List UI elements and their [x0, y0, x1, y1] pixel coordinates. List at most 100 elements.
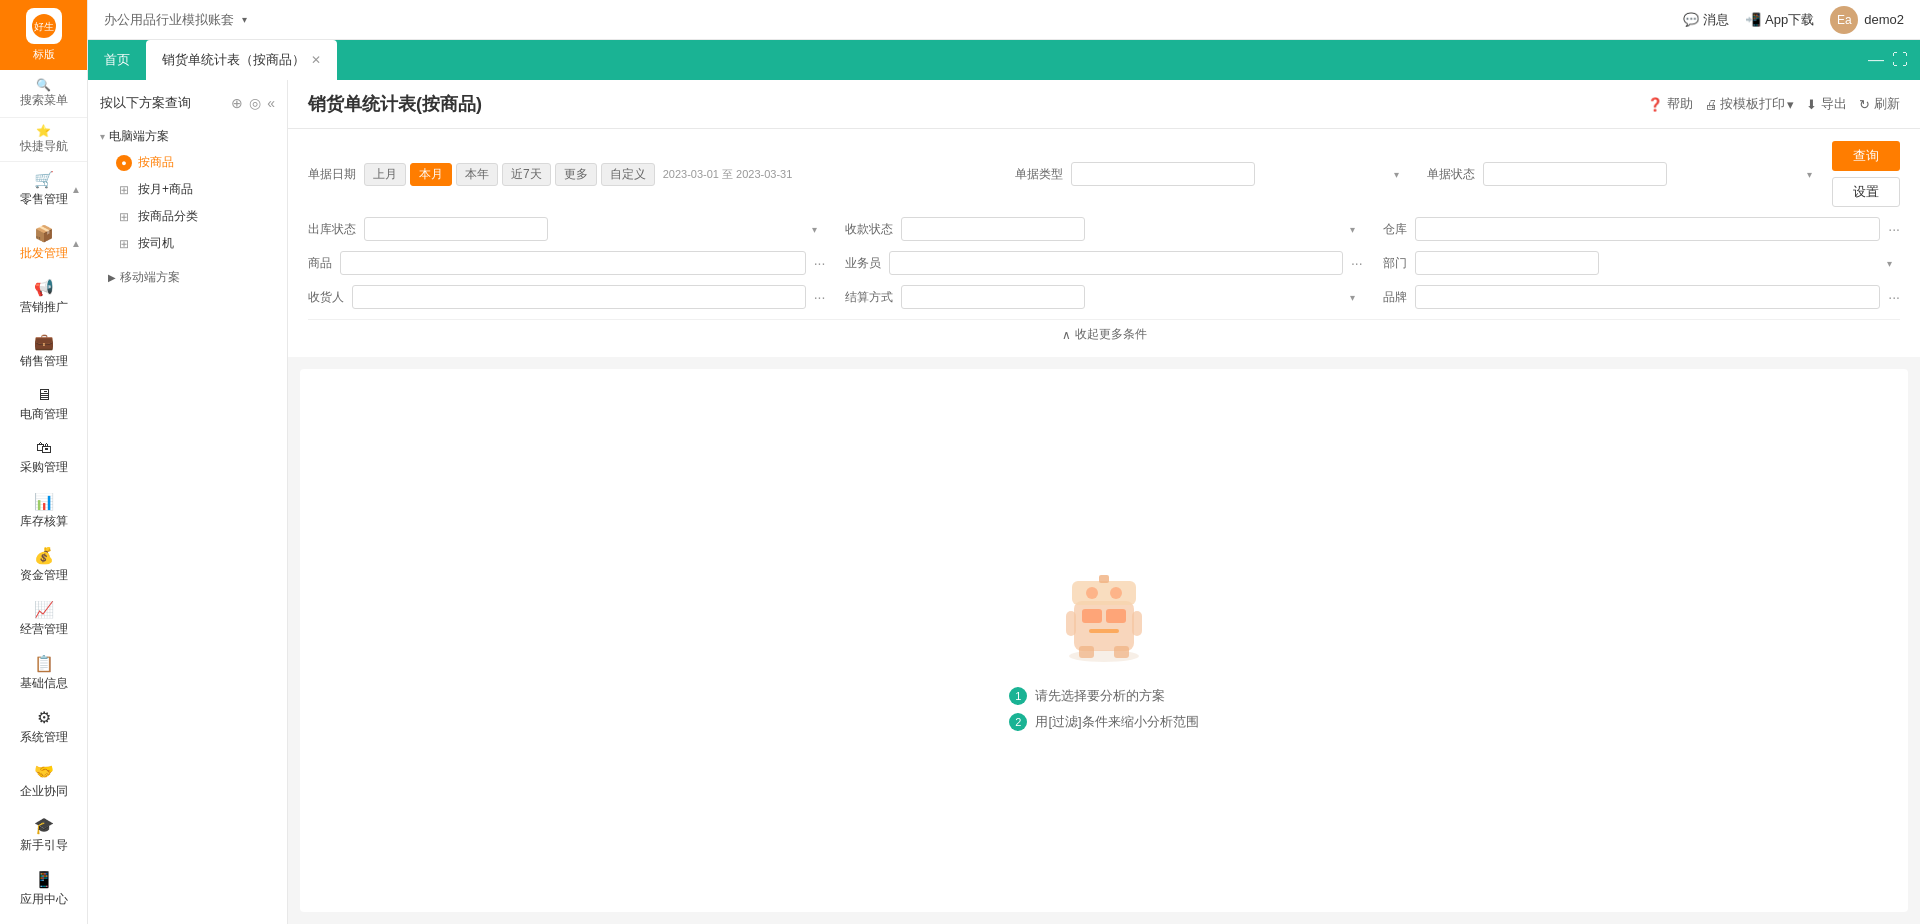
- receiver-label: 收货人: [308, 289, 344, 306]
- sidebar-item-apps[interactable]: 📱 应用中心: [0, 862, 87, 916]
- collapse-button[interactable]: ∧ 收起更多条件: [1062, 326, 1147, 343]
- product-more-icon[interactable]: ···: [814, 255, 826, 271]
- panel-collapse-icon[interactable]: «: [267, 95, 275, 111]
- print-button[interactable]: 🖨 按模板打印 ▾: [1705, 95, 1794, 113]
- user-info[interactable]: Ea demo2: [1830, 6, 1904, 34]
- panel-section-mobile-title[interactable]: ▶ 移动端方案: [88, 265, 287, 290]
- warehouse-input[interactable]: [1415, 217, 1881, 241]
- docstatus-input[interactable]: 已生效: [1483, 162, 1667, 186]
- breadcrumb-dropdown-icon[interactable]: ▾: [242, 14, 247, 25]
- payment-input[interactable]: [901, 217, 1085, 241]
- brand-input[interactable]: [1415, 285, 1881, 309]
- date-btn-more[interactable]: 更多: [555, 163, 597, 186]
- panel-section-pc: ▾ 电脑端方案 ● 按商品 ⊞ 按月+商品 ⊞ 按商品分类 ⊞ 按司机: [88, 120, 287, 261]
- receiver-more-icon[interactable]: ···: [814, 289, 826, 305]
- date-btn-custom[interactable]: 自定义: [601, 163, 655, 186]
- sidebar-item-sales[interactable]: 💼 销售管理: [0, 324, 87, 378]
- docstatus-label: 单据状态: [1427, 166, 1475, 183]
- message-button[interactable]: 💬 消息: [1683, 11, 1729, 29]
- sidebar-item-sales-label: 销售管理: [20, 353, 68, 370]
- department-input[interactable]: [1415, 251, 1599, 275]
- filter-payment-field: 收款状态 ▾: [845, 217, 1362, 241]
- outstatus-input[interactable]: 已出库: [364, 217, 548, 241]
- salesperson-more-icon[interactable]: ···: [1351, 255, 1363, 271]
- tab-minimize-icon[interactable]: —: [1868, 51, 1884, 69]
- outstatus-label: 出库状态: [308, 221, 356, 238]
- tab-maximize-icon[interactable]: ⛶: [1892, 51, 1908, 69]
- query-button[interactable]: 查询: [1832, 141, 1900, 171]
- product-input[interactable]: [340, 251, 806, 275]
- tab-home[interactable]: 首页: [88, 40, 146, 80]
- export-button[interactable]: ⬇ 导出: [1806, 95, 1847, 113]
- svg-rect-4: [1082, 609, 1102, 623]
- logo-label: 标版: [33, 47, 55, 62]
- refresh-button[interactable]: ↻ 刷新: [1859, 95, 1900, 113]
- panel-item-by-product[interactable]: ● 按商品: [88, 149, 287, 176]
- sidebar-item-system[interactable]: ⚙ 系统管理: [0, 700, 87, 754]
- sidebar-item-inventory-label: 库存核算: [20, 513, 68, 530]
- sidebar-item-enterprise[interactable]: 🤝 企业协同: [0, 754, 87, 808]
- settlement-input[interactable]: [901, 285, 1085, 309]
- settings-button[interactable]: 设置: [1832, 177, 1900, 207]
- tab-report-label: 销货单统计表（按商品）: [162, 51, 305, 69]
- search-menu-item[interactable]: 🔍 搜索菜单: [0, 70, 87, 118]
- sidebar-logo[interactable]: 好生 标版: [0, 0, 87, 70]
- salesperson-input[interactable]: [889, 251, 1343, 275]
- doctype-input[interactable]: 销货单: [1071, 162, 1255, 186]
- search-menu-label: 搜索菜单: [0, 92, 87, 109]
- date-btn-last-month[interactable]: 上月: [364, 163, 406, 186]
- sidebar-item-purchase[interactable]: 🛍 采购管理: [0, 431, 87, 484]
- panel-item-by-printer[interactable]: ⊞ 按司机: [88, 230, 287, 257]
- retail-icon: 🛒: [34, 170, 54, 189]
- date-btn-this-year[interactable]: 本年: [456, 163, 498, 186]
- date-btn-7days[interactable]: 近7天: [502, 163, 551, 186]
- tab-report[interactable]: 销货单统计表（按商品） ✕: [146, 40, 337, 80]
- svg-rect-3: [1074, 601, 1134, 651]
- tip-text-2: 用[过滤]条件来缩小分析范围: [1035, 713, 1198, 731]
- sidebar-item-ecommerce[interactable]: 🖥 电商管理: [0, 378, 87, 431]
- panel-item-by-month-product[interactable]: ⊞ 按月+商品: [88, 176, 287, 203]
- panel-add-icon[interactable]: ⊕: [231, 95, 243, 111]
- logo-icon: 好生: [26, 8, 62, 44]
- print-dropdown-icon[interactable]: ▾: [1787, 97, 1794, 112]
- outstatus-select-wrapper: 已出库 ▾: [364, 217, 825, 241]
- svg-text:好生: 好生: [34, 21, 54, 32]
- quick-nav-item[interactable]: ⭐ 快捷导航: [0, 118, 87, 162]
- panel-section-pc-title[interactable]: ▾ 电脑端方案: [88, 124, 287, 149]
- settlement-select-wrapper: ▾: [901, 285, 1362, 309]
- sidebar-item-finance-label: 资金管理: [20, 567, 68, 584]
- sidebar-item-retail[interactable]: 🛒 零售管理 ▲: [0, 162, 87, 216]
- svg-rect-11: [1072, 581, 1136, 605]
- sidebar-item-finance[interactable]: 💰 资金管理: [0, 538, 87, 592]
- panel-settings-icon[interactable]: ◎: [249, 95, 261, 111]
- by-month-icon: ⊞: [116, 182, 132, 198]
- sidebar-item-wechat[interactable]: 💬 企业微信: [0, 916, 87, 924]
- date-label: 单据日期: [308, 166, 356, 183]
- salesperson-label: 业务员: [845, 255, 881, 272]
- message-label: 消息: [1703, 11, 1729, 29]
- print-icon: 🖨: [1705, 97, 1718, 112]
- message-icon: 💬: [1683, 12, 1699, 27]
- wholesale-arrow-icon: ▲: [71, 238, 81, 249]
- app-download-button[interactable]: 📲 App下载: [1745, 11, 1814, 29]
- receiver-input[interactable]: [352, 285, 806, 309]
- brand-more-icon[interactable]: ···: [1888, 289, 1900, 305]
- page-title-row: 销货单统计表(按商品) ❓ 帮助 🖨 按模板打印 ▾ ⬇: [308, 92, 1900, 116]
- tab-close-icon[interactable]: ✕: [311, 54, 321, 66]
- sidebar-item-guide[interactable]: 🎓 新手引导: [0, 808, 87, 862]
- warehouse-more-icon[interactable]: ···: [1888, 221, 1900, 237]
- sidebar-item-wholesale[interactable]: 📦 批发管理 ▲: [0, 216, 87, 270]
- sidebar-item-inventory[interactable]: 📊 库存核算: [0, 484, 87, 538]
- help-button[interactable]: ❓ 帮助: [1647, 95, 1693, 113]
- sidebar-item-basic-label: 基础信息: [20, 675, 68, 692]
- purchase-icon: 🛍: [36, 439, 52, 457]
- date-btn-this-month[interactable]: 本月: [410, 163, 452, 186]
- help-icon: ❓: [1647, 97, 1663, 112]
- sidebar-item-marketing[interactable]: 📢 营销推广: [0, 270, 87, 324]
- sidebar-item-operations[interactable]: 📈 经营管理: [0, 592, 87, 646]
- panel-item-by-category[interactable]: ⊞ 按商品分类: [88, 203, 287, 230]
- sidebar-item-basic[interactable]: 📋 基础信息: [0, 646, 87, 700]
- avatar: Ea: [1830, 6, 1858, 34]
- doctype-label: 单据类型: [1015, 166, 1063, 183]
- retail-arrow-icon: ▲: [71, 184, 81, 195]
